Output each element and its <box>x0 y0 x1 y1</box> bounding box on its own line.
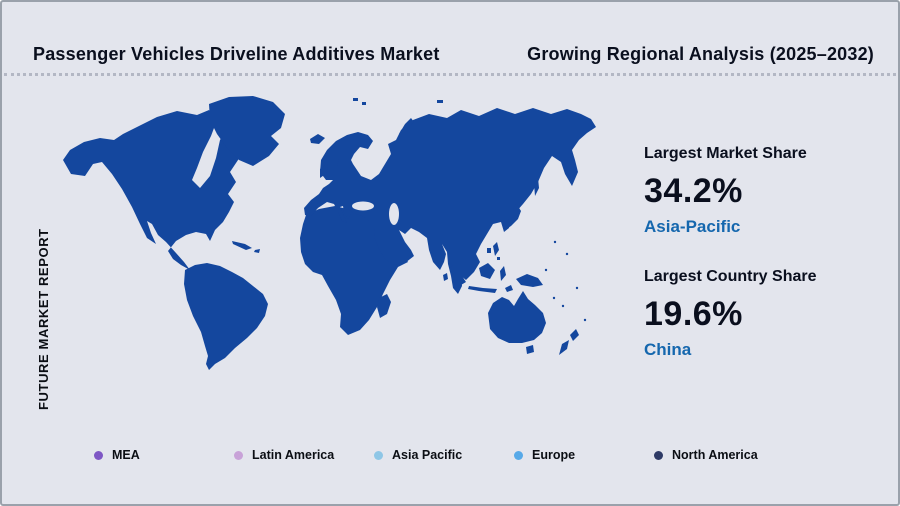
legend-label-north-america: North America <box>672 448 758 462</box>
title-bar: Passenger Vehicles Driveline Additives M… <box>2 2 898 76</box>
legend-item-north-america: North America <box>654 448 758 462</box>
stat-block-market-share: Largest Market Share 34.2% Asia-Pacific <box>644 145 884 237</box>
market-share-value: 34.2% <box>644 172 743 210</box>
country-share-value: 19.6% <box>644 295 743 333</box>
legend-item-latin-america: Latin America <box>234 448 334 462</box>
legend-label-asia-pacific: Asia Pacific <box>392 448 463 462</box>
stat-block-country-share: Largest Country Share 19.6% China <box>644 268 884 360</box>
legend-dot-europe <box>514 450 523 460</box>
legend-dot-mea <box>94 450 103 460</box>
stats-panel: Largest Market Share 34.2% Asia-Pacific … <box>644 145 884 360</box>
legend-label-latin-america: Latin America <box>252 448 335 462</box>
legend-dot-asia-pacific <box>374 450 383 460</box>
market-share-label: Largest Market Share <box>644 145 807 162</box>
infographic-card: Passenger Vehicles Driveline Additives M… <box>0 0 900 506</box>
legend-label-europe: Europe <box>532 448 576 462</box>
world-map-svg <box>63 96 596 370</box>
market-share-region: Asia-Pacific <box>644 217 741 236</box>
legend-item-asia-pacific: Asia Pacific <box>374 448 462 462</box>
country-share-label: Largest Country Share <box>644 268 817 285</box>
legend-item-europe: Europe <box>514 448 575 462</box>
country-share-region: China <box>644 340 692 359</box>
world-map <box>57 92 617 412</box>
dotted-separator <box>4 73 896 76</box>
legend-dot-north-america <box>654 450 663 460</box>
legend-label-mea: MEA <box>112 448 140 462</box>
page-title-right: Growing Regional Analysis (2025–2032) <box>527 44 874 64</box>
legend: MEA Latin America Asia Pacific Europe No… <box>2 448 898 468</box>
legend-item-mea: MEA <box>94 448 140 462</box>
legend-dot-latin-america <box>234 450 243 460</box>
watermark-vertical-text: FUTURE MARKET REPORT <box>36 228 51 410</box>
page-title-left: Passenger Vehicles Driveline Additives M… <box>33 44 440 64</box>
